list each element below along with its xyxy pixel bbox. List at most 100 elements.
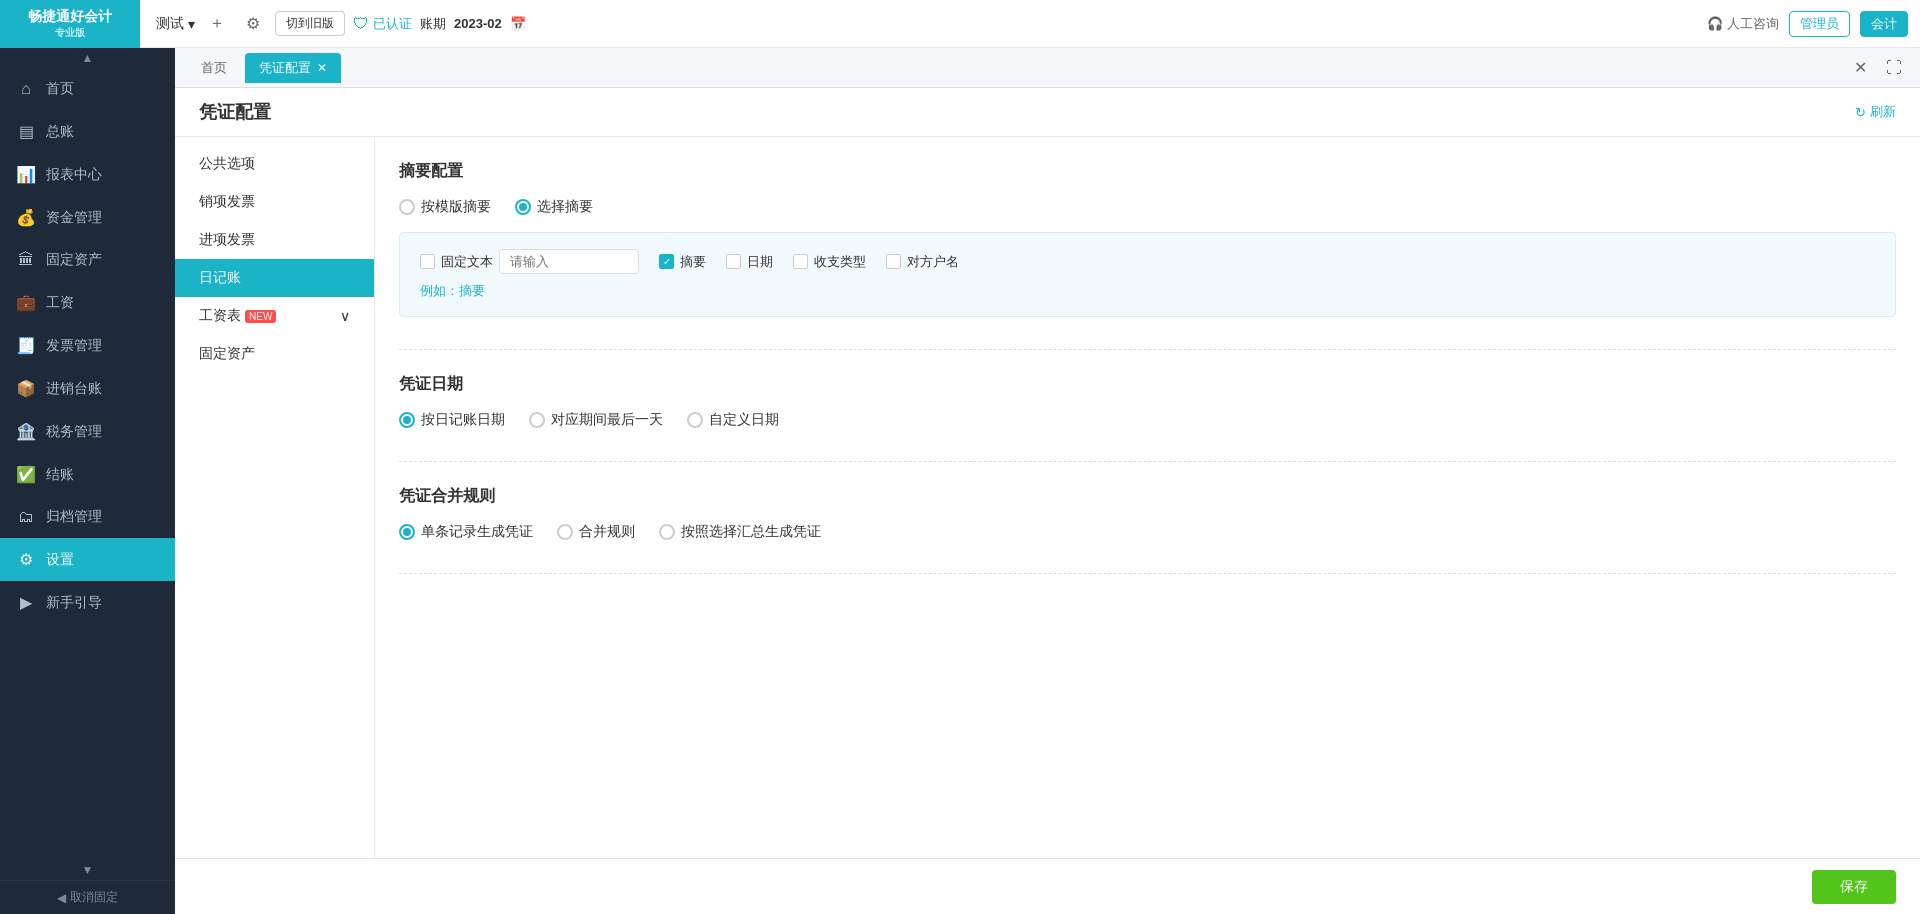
add-button[interactable]: ＋: [203, 10, 231, 38]
new-badge: NEW: [245, 310, 276, 323]
left-nav-payroll[interactable]: 工资表 NEW ∨: [175, 297, 374, 335]
summary-radio-group: 按模版摘要 选择摘要: [399, 198, 1896, 216]
refresh-button[interactable]: ↻ 刷新: [1855, 103, 1896, 121]
left-nav-journal[interactable]: 日记账: [175, 259, 374, 297]
chevron-down-icon[interactable]: ▾: [188, 16, 195, 32]
accountant-button[interactable]: 会计: [1860, 11, 1908, 37]
radio-single-record[interactable]: 单条记录生成凭证: [399, 523, 533, 541]
checkbox-date-box[interactable]: [726, 254, 741, 269]
consult-button[interactable]: 🎧 人工咨询: [1707, 15, 1779, 33]
page-title: 凭证配置: [199, 100, 271, 124]
sidebar-item-ledger[interactable]: ▤ 总账: [0, 110, 175, 153]
radio-period-last[interactable]: 对应期间最后一天: [529, 411, 663, 429]
save-button[interactable]: 保存: [1812, 870, 1896, 904]
assets-icon: 🏛: [16, 251, 36, 269]
tab-voucher-config[interactable]: 凭证配置 ✕: [245, 53, 341, 83]
salary-icon: 💼: [16, 293, 36, 312]
archive-icon: 🗂: [16, 508, 36, 526]
checkbox-summary: ✓ 摘要: [659, 253, 706, 271]
checkbox-fixed-text: 固定文本: [420, 249, 639, 274]
divider-1: [399, 349, 1896, 350]
sidebar-item-salary[interactable]: 💼 工资: [0, 281, 175, 324]
sidebar-label-sales: 进销台账: [46, 380, 102, 398]
radio-select-circle: [515, 199, 531, 215]
sidebar-item-invoice[interactable]: 🧾 发票管理: [0, 324, 175, 367]
admin-button[interactable]: 管理员: [1789, 11, 1850, 37]
bottom-bar: 保存: [175, 858, 1920, 914]
sidebar-item-archive[interactable]: 🗂 归档管理: [0, 496, 175, 538]
page-header: 凭证配置 ↻ 刷新: [175, 88, 1920, 137]
voucher-merge-section: 凭证合并规则 单条记录生成凭证 合并规则: [399, 486, 1896, 541]
sidebar-item-sales[interactable]: 📦 进销台账: [0, 367, 175, 410]
checkbox-counterpart-box[interactable]: [886, 254, 901, 269]
period-value: 2023-02: [454, 16, 502, 31]
sidebar-item-funds[interactable]: 💰 资金管理: [0, 196, 175, 239]
radio-merge-circle: [557, 524, 573, 540]
period-label: 账期: [420, 15, 446, 33]
sidebar-item-assets[interactable]: 🏛 固定资产: [0, 239, 175, 281]
guide-icon: ▶: [16, 593, 36, 612]
radio-journal-date-circle: [399, 412, 415, 428]
left-nav: 公共选项 销项发票 进项发票 日记账 工资表 NEW ∨: [175, 137, 375, 858]
settings-sidebar-icon: ⚙: [16, 550, 36, 569]
settings-icon[interactable]: ⚙: [239, 10, 267, 38]
sidebar-label-funds: 资金管理: [46, 209, 102, 227]
radio-select-summary[interactable]: 按照选择汇总生成凭证: [659, 523, 821, 541]
radio-template-summary[interactable]: 按模版摘要: [399, 198, 491, 216]
sidebar-label-settle: 结账: [46, 466, 74, 484]
right-content: 摘要配置 按模版摘要 选择摘要: [375, 137, 1920, 858]
sidebar-label-tax: 税务管理: [46, 423, 102, 441]
collapse-label: 取消固定: [70, 889, 118, 906]
radio-single-circle: [399, 524, 415, 540]
checkbox-fixed-text-box[interactable]: [420, 254, 435, 269]
voucher-date-radio-group: 按日记账日期 对应期间最后一天 自定义日期: [399, 411, 1896, 429]
radio-template-circle: [399, 199, 415, 215]
checkbox-counterpart: 对方户名: [886, 253, 959, 271]
sidebar-label-assets: 固定资产: [46, 251, 102, 269]
checkbox-payment-type-box[interactable]: [793, 254, 808, 269]
tab-fullscreen-icon[interactable]: ⛶: [1880, 54, 1908, 82]
divider-3: [399, 573, 1896, 574]
radio-custom-date[interactable]: 自定义日期: [687, 411, 779, 429]
sidebar-item-reports[interactable]: 📊 报表中心: [0, 153, 175, 196]
radio-select-summary[interactable]: 选择摘要: [515, 198, 593, 216]
example-text: 例如：摘要: [420, 282, 1875, 300]
sidebar-item-tax[interactable]: 🏦 税务管理: [0, 410, 175, 453]
sidebar-label-salary: 工资: [46, 294, 74, 312]
home-icon: ⌂: [16, 80, 36, 98]
radio-journal-date[interactable]: 按日记账日期: [399, 411, 505, 429]
left-nav-purchase-invoice[interactable]: 进项发票: [175, 221, 374, 259]
tab-close-icon[interactable]: ✕: [1846, 54, 1874, 82]
scroll-up-arrow[interactable]: ▲: [0, 48, 175, 68]
voucher-merge-title: 凭证合并规则: [399, 486, 1896, 507]
sidebar-label-invoice: 发票管理: [46, 337, 102, 355]
checkbox-date: 日期: [726, 253, 773, 271]
summary-checkbox-row: 固定文本 ✓ 摘要 日期: [399, 232, 1896, 317]
sidebar-item-settle[interactable]: ✅ 结账: [0, 453, 175, 496]
radio-select-summary-circle: [659, 524, 675, 540]
tab-close-button[interactable]: ✕: [317, 61, 327, 75]
inner-layout: 公共选项 销项发票 进项发票 日记账 工资表 NEW ∨: [175, 137, 1920, 858]
left-nav-sales-invoice[interactable]: 销项发票: [175, 183, 374, 221]
sidebar-item-home[interactable]: ⌂ 首页: [0, 68, 175, 110]
tab-home[interactable]: 首页: [187, 53, 241, 83]
checkbox-summary-box[interactable]: ✓: [659, 254, 674, 269]
content-area: 首页 凭证配置 ✕ ✕ ⛶ 凭证配置 ↻ 刷新: [175, 48, 1920, 914]
logo-text: 畅捷通好会计: [28, 8, 112, 26]
left-nav-fixed-assets[interactable]: 固定资产: [175, 335, 374, 373]
sidebar-item-settings[interactable]: ⚙ 设置: [0, 538, 175, 581]
radio-period-last-circle: [529, 412, 545, 428]
radio-merge-rule[interactable]: 合并规则: [557, 523, 635, 541]
topbar: 畅捷通好会计 专业版 测试 ▾ ＋ ⚙ 切到旧版 🛡 已认证 账期 2023-0…: [0, 0, 1920, 48]
fixed-text-input[interactable]: [499, 249, 639, 274]
checkbox-payment-type: 收支类型: [793, 253, 866, 271]
settle-icon: ✅: [16, 465, 36, 484]
scroll-down-arrow[interactable]: ▼: [0, 860, 175, 880]
logo-sub: 专业版: [55, 26, 85, 40]
switch-old-button[interactable]: 切到旧版: [275, 11, 345, 36]
sidebar-item-guide[interactable]: ▶ 新手引导: [0, 581, 175, 624]
left-nav-public[interactable]: 公共选项: [175, 145, 374, 183]
calendar-icon[interactable]: 📅: [510, 16, 526, 31]
main-layout: ▲ ⌂ 首页 ▤ 总账 📊 报表中心 💰 资金管理 🏛 固定资产: [0, 48, 1920, 914]
sidebar-collapse-button[interactable]: ◀ 取消固定: [0, 880, 175, 914]
